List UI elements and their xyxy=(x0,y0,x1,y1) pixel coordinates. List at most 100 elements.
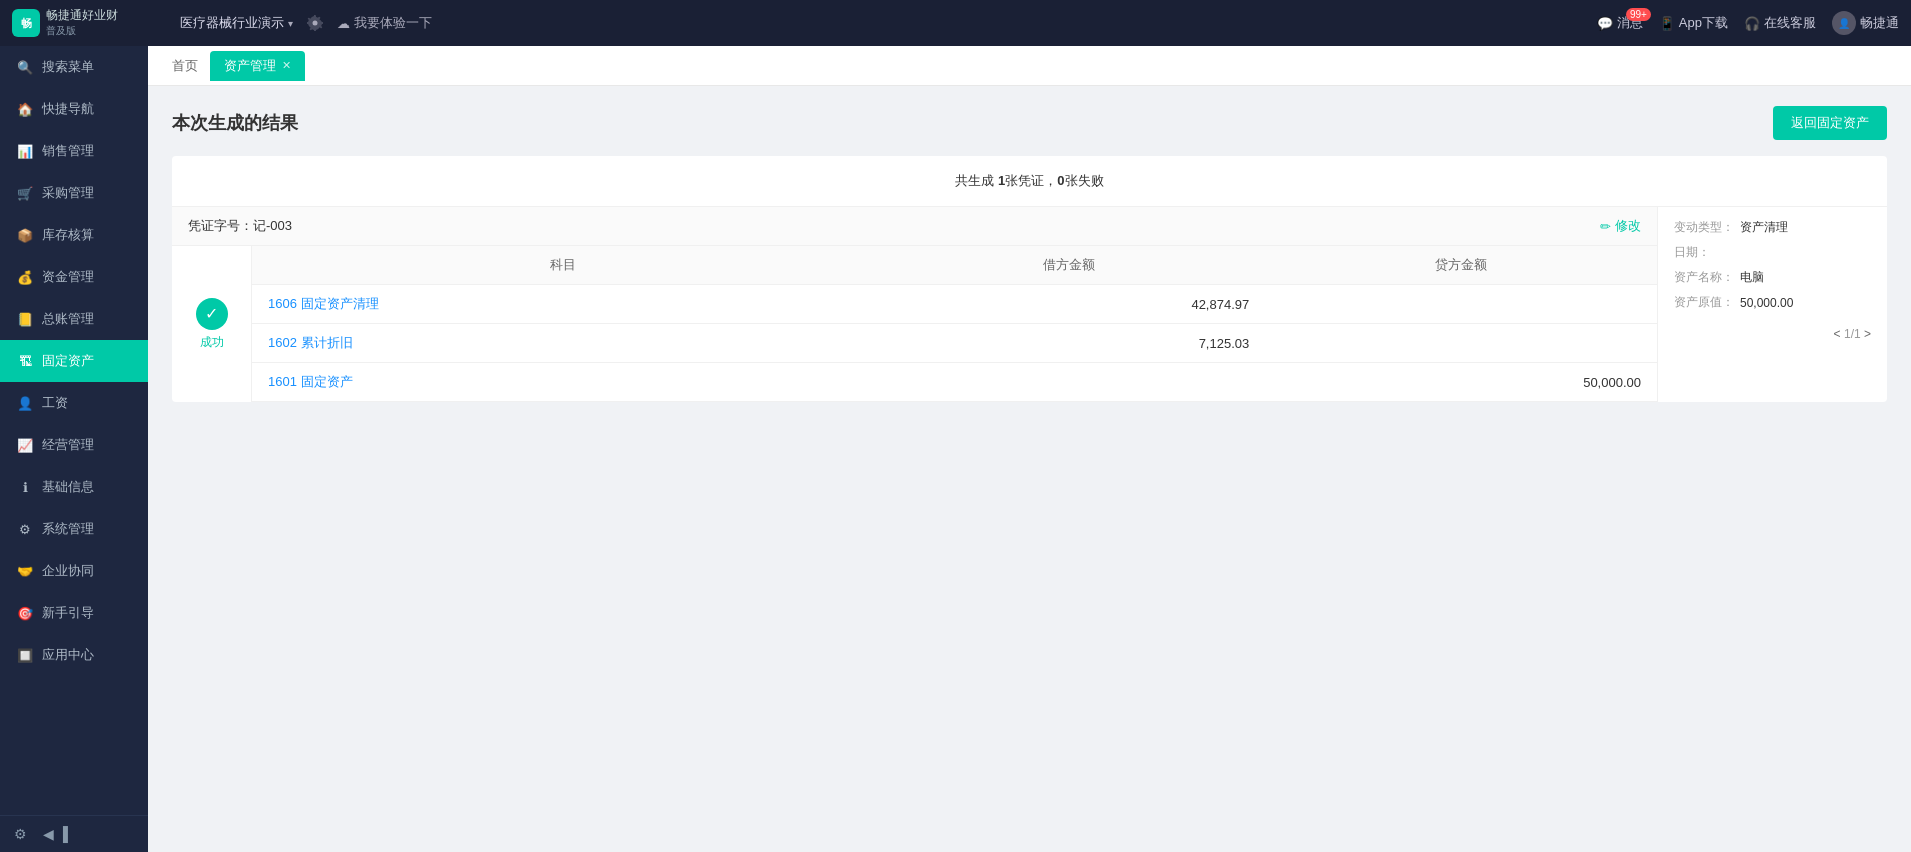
credit-cell-2: 50,000.00 xyxy=(1265,363,1657,402)
app-download-btn[interactable]: 📱 App下载 xyxy=(1659,14,1728,32)
sidebar-label-ledger: 总账管理 xyxy=(42,310,94,328)
tab-asset-label: 资产管理 xyxy=(224,57,276,75)
messages-badge: 99+ xyxy=(1626,8,1651,21)
pagination-text: 1/1 xyxy=(1844,327,1864,341)
sidebar-label-sales: 销售管理 xyxy=(42,142,94,160)
home-icon: 🏠 xyxy=(16,100,34,118)
sidebar-item-fixed[interactable]: 🏗 固定资产 xyxy=(0,340,148,382)
pagination-next[interactable]: > xyxy=(1864,327,1871,341)
sidebar-label-system: 系统管理 xyxy=(42,520,94,538)
sidebar-item-ledger[interactable]: 📒 总账管理 xyxy=(0,298,148,340)
sidebar-settings-icon[interactable]: ⚙ xyxy=(14,826,27,842)
topbar-center: 医疗器械行业演示 ▾ ☁ 我要体验一下 xyxy=(160,9,1597,37)
sidebar-item-purchase[interactable]: 🛒 采购管理 xyxy=(0,172,148,214)
basic-icon: ℹ xyxy=(16,478,34,496)
appcenter-icon: 🔲 xyxy=(16,646,34,664)
sidebar-label-purchase: 采购管理 xyxy=(42,184,94,202)
debit-cell-0: 42,874.97 xyxy=(874,285,1266,324)
credit-cell-0 xyxy=(1265,285,1657,324)
sidebar-label-basic: 基础信息 xyxy=(42,478,94,496)
experience-button[interactable]: ☁ 我要体验一下 xyxy=(337,14,432,32)
logo-sub: 普及版 xyxy=(46,24,118,38)
user-menu[interactable]: 👤 畅捷通 xyxy=(1832,11,1899,35)
sidebar-label-inventory: 库存核算 xyxy=(42,226,94,244)
avatar: 👤 xyxy=(1832,11,1856,35)
info-panel: 变动类型： 资产清理 日期： 资产名称： 电脑 资产原值： xyxy=(1657,207,1887,402)
sidebar-bottom: ⚙ ◀ ▐ xyxy=(0,815,148,852)
col-subject: 科目 xyxy=(252,246,874,285)
sidebar-item-appcenter[interactable]: 🔲 应用中心 xyxy=(0,634,148,676)
sidebar-item-guide[interactable]: 🎯 新手引导 xyxy=(0,592,148,634)
voucher-table: 科目 借方金额 贷方金额 1606 固定资产清理 42,874. xyxy=(252,246,1657,402)
sidebar-item-payroll[interactable]: 👤 工资 xyxy=(0,382,148,424)
asset-name-value: 电脑 xyxy=(1740,269,1764,286)
page-title: 本次生成的结果 xyxy=(172,111,298,135)
logo-name: 畅捷通好业财 xyxy=(46,8,118,24)
enterprise-icon: 🤝 xyxy=(16,562,34,580)
tab-bar: 首页 资产管理 ✕ xyxy=(148,46,1911,86)
topbar: 畅 畅捷通好业财 普及版 医疗器械行业演示 ▾ ☁ 我要体验一下 💬 消息 99… xyxy=(0,0,1911,46)
col-debit: 借方金额 xyxy=(874,246,1266,285)
sidebar-item-capital[interactable]: 💰 资金管理 xyxy=(0,256,148,298)
sales-icon: 📊 xyxy=(16,142,34,160)
date-label: 日期： xyxy=(1674,244,1710,261)
voucher-header: 凭证字号：记-003 ✏ 修改 xyxy=(172,207,1657,246)
sidebar-item-system[interactable]: ⚙ 系统管理 xyxy=(0,508,148,550)
voucher-block: 凭证字号：记-003 ✏ 修改 ✓ 成功 xyxy=(172,207,1887,402)
ledger-icon: 📒 xyxy=(16,310,34,328)
edit-icon: ✏ xyxy=(1600,219,1611,234)
success-icon: ✓ xyxy=(196,298,228,330)
info-date: 日期： xyxy=(1674,244,1871,261)
summary-count: 1 xyxy=(998,173,1005,188)
summary-fail: 0 xyxy=(1057,173,1064,188)
sidebar-label-operations: 经营管理 xyxy=(42,436,94,454)
return-button[interactable]: 返回固定资产 xyxy=(1773,106,1887,140)
content-area: 首页 资产管理 ✕ 本次生成的结果 返回固定资产 共生成 1张凭证，0张失败 xyxy=(148,46,1911,852)
chevron-down-icon: ▾ xyxy=(288,18,293,29)
info-original-value: 资产原值： 50,000.00 xyxy=(1674,294,1871,311)
settings-icon-btn[interactable] xyxy=(301,9,329,37)
sidebar-item-sales[interactable]: 📊 销售管理 xyxy=(0,130,148,172)
sidebar-label-capital: 资金管理 xyxy=(42,268,94,286)
username: 畅捷通 xyxy=(1860,14,1899,32)
online-service-btn[interactable]: 🎧 在线客服 xyxy=(1744,14,1816,32)
fixed-assets-icon: 🏗 xyxy=(16,352,34,370)
operations-icon: 📈 xyxy=(16,436,34,454)
tab-asset-management[interactable]: 资产管理 ✕ xyxy=(210,51,305,81)
sidebar-label-search: 搜索菜单 xyxy=(42,58,94,76)
sidebar-label-appcenter: 应用中心 xyxy=(42,646,94,664)
original-value-label: 资产原值： xyxy=(1674,294,1734,311)
sidebar-item-enterprise[interactable]: 🤝 企业协同 xyxy=(0,550,148,592)
payroll-icon: 👤 xyxy=(16,394,34,412)
sidebar-item-quicknav[interactable]: 🏠 快捷导航 xyxy=(0,88,148,130)
system-icon: ⚙ xyxy=(16,520,34,538)
sidebar-item-basic[interactable]: ℹ 基础信息 xyxy=(0,466,148,508)
edit-button[interactable]: ✏ 修改 xyxy=(1600,217,1641,235)
sidebar-item-search[interactable]: 🔍 搜索菜单 xyxy=(0,46,148,88)
subject-cell-2: 1601 固定资产 xyxy=(252,363,874,402)
debit-cell-1: 7,125.03 xyxy=(874,324,1266,363)
sidebar-label-payroll: 工资 xyxy=(42,394,68,412)
sidebar-item-operations[interactable]: 📈 经营管理 xyxy=(0,424,148,466)
voucher-rows: ✓ 成功 科目 借方金额 贷方金额 xyxy=(172,246,1657,402)
message-icon: 💬 xyxy=(1597,16,1613,31)
sidebar-collapse-icon[interactable]: ◀ ▐ xyxy=(43,826,68,842)
info-pagination: < 1/1 > xyxy=(1674,327,1871,341)
messages-btn[interactable]: 💬 消息 99+ xyxy=(1597,14,1643,32)
online-service-label: 在线客服 xyxy=(1764,14,1816,32)
sidebar-item-inventory[interactable]: 📦 库存核算 xyxy=(0,214,148,256)
project-selector[interactable]: 医疗器械行业演示 ▾ xyxy=(180,14,293,32)
capital-icon: 💰 xyxy=(16,268,34,286)
experience-label: 我要体验一下 xyxy=(354,14,432,32)
page-header: 本次生成的结果 返回固定资产 xyxy=(172,106,1887,140)
app-download-label: App下载 xyxy=(1679,14,1728,32)
table-header-row: 科目 借方金额 贷方金额 xyxy=(252,246,1657,285)
guide-icon: 🎯 xyxy=(16,604,34,622)
pagination-prev[interactable]: < xyxy=(1834,327,1841,341)
sidebar-label-guide: 新手引导 xyxy=(42,604,94,622)
tab-close-icon[interactable]: ✕ xyxy=(282,59,291,72)
tab-home[interactable]: 首页 xyxy=(164,51,206,81)
status-column: ✓ 成功 xyxy=(172,246,252,402)
phone-icon: 📱 xyxy=(1659,16,1675,31)
logo-icon: 畅 xyxy=(12,9,40,37)
